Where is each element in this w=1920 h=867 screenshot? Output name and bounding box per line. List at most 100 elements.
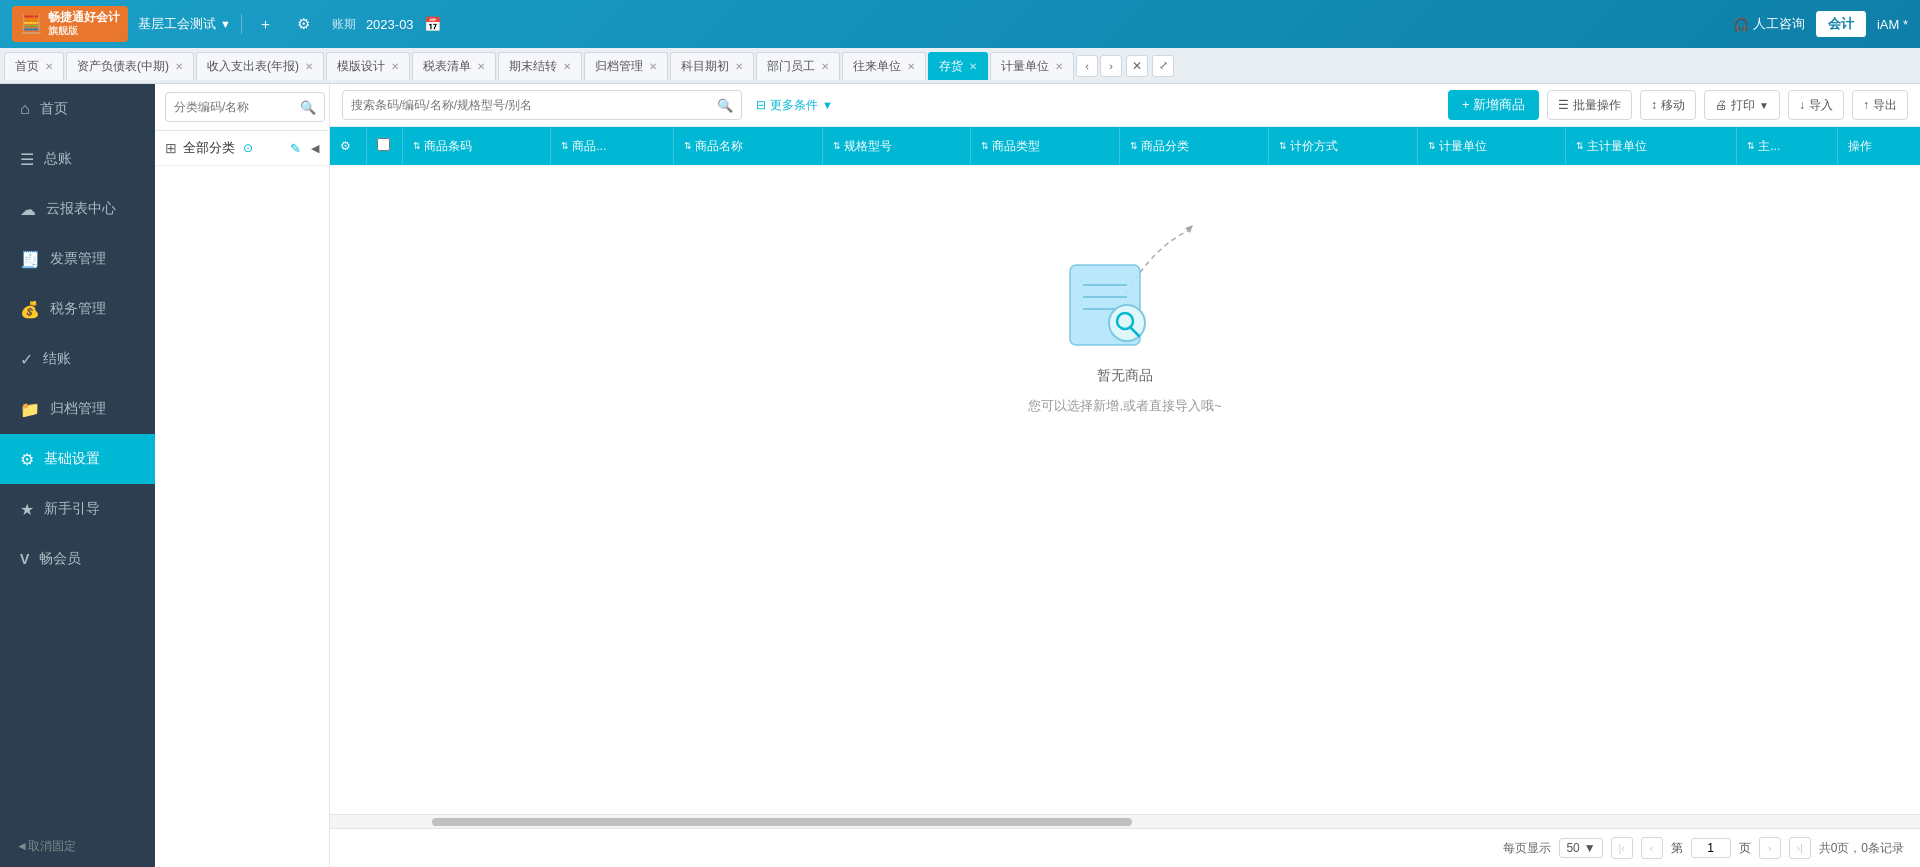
help-button[interactable]: 🎧 人工咨询	[1733, 15, 1805, 33]
first-page-button[interactable]: |‹	[1611, 837, 1633, 859]
th-extra[interactable]: ⇅主...	[1737, 127, 1837, 165]
sidebar-item-reports[interactable]: ☁ 云报表中心	[0, 184, 155, 234]
export-button[interactable]: ↑ 导出	[1852, 90, 1908, 120]
tab-next-button[interactable]: ›	[1100, 55, 1122, 77]
last-page-button[interactable]: ›|	[1789, 837, 1811, 859]
sidebar-guide-label: 新手引导	[44, 500, 100, 518]
tab-income[interactable]: 收入支出表(年报) ✕	[196, 52, 324, 80]
th-spec[interactable]: ⇅规格型号	[822, 127, 971, 165]
batch-label: 批量操作	[1573, 97, 1621, 114]
th-checkbox[interactable]	[366, 127, 402, 165]
print-button[interactable]: 🖨 打印 ▼	[1704, 90, 1780, 120]
tab-client[interactable]: 往来单位 ✕	[842, 52, 926, 80]
th-main-unit[interactable]: ⇅主计量单位	[1566, 127, 1737, 165]
category-search-box[interactable]: 🔍	[165, 92, 325, 122]
product-search-icon[interactable]: 🔍	[717, 98, 733, 113]
sidebar-item-settings[interactable]: ⚙ 基础设置	[0, 434, 155, 484]
sidebar-item-closing[interactable]: ✓ 结账	[0, 334, 155, 384]
tab-close-all-button[interactable]: ✕	[1126, 55, 1148, 77]
th-setting[interactable]: ⚙	[330, 127, 366, 165]
tab-expand-button[interactable]: ⤢	[1152, 55, 1174, 77]
tab-archive-label: 归档管理	[595, 58, 643, 75]
tab-department-close[interactable]: ✕	[821, 61, 829, 72]
batch-icon: ☰	[1558, 98, 1569, 112]
sidebar-item-archives[interactable]: 📁 归档管理	[0, 384, 155, 434]
th-price-method[interactable]: ⇅计价方式	[1268, 127, 1417, 165]
th-unit[interactable]: ⇅计量单位	[1417, 127, 1566, 165]
tab-unit[interactable]: 计量单位 ✕	[990, 52, 1074, 80]
th-category[interactable]: ⇅商品分类	[1120, 127, 1269, 165]
company-name: 基层工会测试	[138, 15, 216, 33]
tab-tax[interactable]: 税表清单 ✕	[412, 52, 496, 80]
sidebar-item-guide[interactable]: ★ 新手引导	[0, 484, 155, 534]
tab-subject-close[interactable]: ✕	[735, 61, 743, 72]
tab-period-end-close[interactable]: ✕	[563, 61, 571, 72]
move-label: 移动	[1661, 97, 1685, 114]
more-filter-button[interactable]: ⊟ 更多条件 ▼	[750, 97, 839, 114]
sidebar-item-member[interactable]: V 畅会员	[0, 534, 155, 584]
page-size-select[interactable]: 50 ▼	[1559, 838, 1602, 858]
left-panel-header: 🔍 ✎ ◀	[155, 84, 329, 131]
calendar-icon[interactable]: 📅	[424, 16, 441, 32]
tab-home-close[interactable]: ✕	[45, 61, 53, 72]
tab-template-close[interactable]: ✕	[391, 61, 399, 72]
unpin-button[interactable]: ◄取消固定	[0, 826, 155, 867]
th-code[interactable]: ⇅商品...	[551, 127, 674, 165]
prev-page-button[interactable]: ‹	[1641, 837, 1663, 859]
tab-inventory[interactable]: 存货 ✕	[928, 52, 988, 80]
category-search-icon[interactable]: 🔍	[300, 100, 316, 115]
all-category-item[interactable]: ⊞ 全部分类 ⊙ ✎ ◀	[155, 131, 329, 166]
tab-unit-close[interactable]: ✕	[1055, 61, 1063, 72]
tab-department[interactable]: 部门员工 ✕	[756, 52, 840, 80]
next-page-button[interactable]: ›	[1759, 837, 1781, 859]
import-label: 导入	[1809, 97, 1833, 114]
tab-archive-close[interactable]: ✕	[649, 61, 657, 72]
tab-income-close[interactable]: ✕	[305, 61, 313, 72]
account-button[interactable]: 会计	[1815, 10, 1867, 38]
tab-template[interactable]: 模版设计 ✕	[326, 52, 410, 80]
action-btn-group: + 新增商品 ☰ 批量操作 ↕ 移动 🖨 打印	[1448, 90, 1908, 120]
tab-archive[interactable]: 归档管理 ✕	[584, 52, 668, 80]
scroll-thumb[interactable]	[432, 818, 1132, 826]
add-tab-button[interactable]: ＋	[252, 10, 280, 38]
th-barcode[interactable]: ⇅商品条码	[402, 127, 551, 165]
sidebar-item-invoice[interactable]: 🧾 发票管理	[0, 234, 155, 284]
batch-operation-button[interactable]: ☰ 批量操作	[1547, 90, 1632, 120]
sidebar-item-home[interactable]: ⌂ 首页	[0, 84, 155, 134]
top-bar: 🧮 畅捷通好会计 旗舰版 基层工会测试 ▼ ＋ ⚙ 账期 2023-03 📅 🎧…	[0, 0, 1920, 48]
move-button[interactable]: ↕ 移动	[1640, 90, 1696, 120]
tab-period-end[interactable]: 期末结转 ✕	[498, 52, 582, 80]
import-button[interactable]: ↓ 导入	[1788, 90, 1844, 120]
horizontal-scrollbar[interactable]	[330, 814, 1920, 828]
page-number-input[interactable]	[1691, 838, 1731, 858]
svg-marker-0	[1185, 225, 1193, 233]
tab-home[interactable]: 首页 ✕	[4, 52, 64, 80]
guide-icon: ★	[20, 500, 34, 519]
tab-inventory-close[interactable]: ✕	[969, 61, 977, 72]
tab-tax-close[interactable]: ✕	[477, 61, 485, 72]
collapse-icon[interactable]: ◀	[311, 142, 319, 155]
tab-prev-button[interactable]: ‹	[1076, 55, 1098, 77]
tab-balance[interactable]: 资产负债表(中期) ✕	[66, 52, 194, 80]
edit-icon[interactable]: ✎	[290, 141, 301, 156]
category-tag: ⊙	[243, 141, 253, 155]
tab-income-label: 收入支出表(年报)	[207, 58, 299, 75]
tab-department-label: 部门员工	[767, 58, 815, 75]
settings-sidebar-icon: ⚙	[20, 450, 34, 469]
settings-icon[interactable]: ⚙	[290, 10, 318, 38]
new-product-button[interactable]: + 新增商品	[1448, 90, 1539, 120]
category-search-input[interactable]	[174, 100, 294, 114]
product-search-input[interactable]	[351, 98, 711, 112]
company-selector[interactable]: 基层工会测试 ▼	[138, 15, 231, 33]
tab-balance-close[interactable]: ✕	[175, 61, 183, 72]
tab-client-close[interactable]: ✕	[907, 61, 915, 72]
th-type[interactable]: ⇅商品类型	[971, 127, 1120, 165]
select-all-checkbox[interactable]	[377, 138, 390, 151]
tab-bar: 首页 ✕ 资产负债表(中期) ✕ 收入支出表(年报) ✕ 模版设计 ✕ 税表清单…	[0, 48, 1920, 84]
sidebar-item-ledger[interactable]: ☰ 总账	[0, 134, 155, 184]
sidebar-item-tax[interactable]: 💰 税务管理	[0, 284, 155, 334]
th-name[interactable]: ⇅商品名称	[673, 127, 822, 165]
product-search-box[interactable]: 🔍	[342, 90, 742, 120]
tab-subject[interactable]: 科目期初 ✕	[670, 52, 754, 80]
right-content: 🔍 ⊟ 更多条件 ▼ + 新增商品 ☰ 批量操作	[330, 84, 1920, 867]
